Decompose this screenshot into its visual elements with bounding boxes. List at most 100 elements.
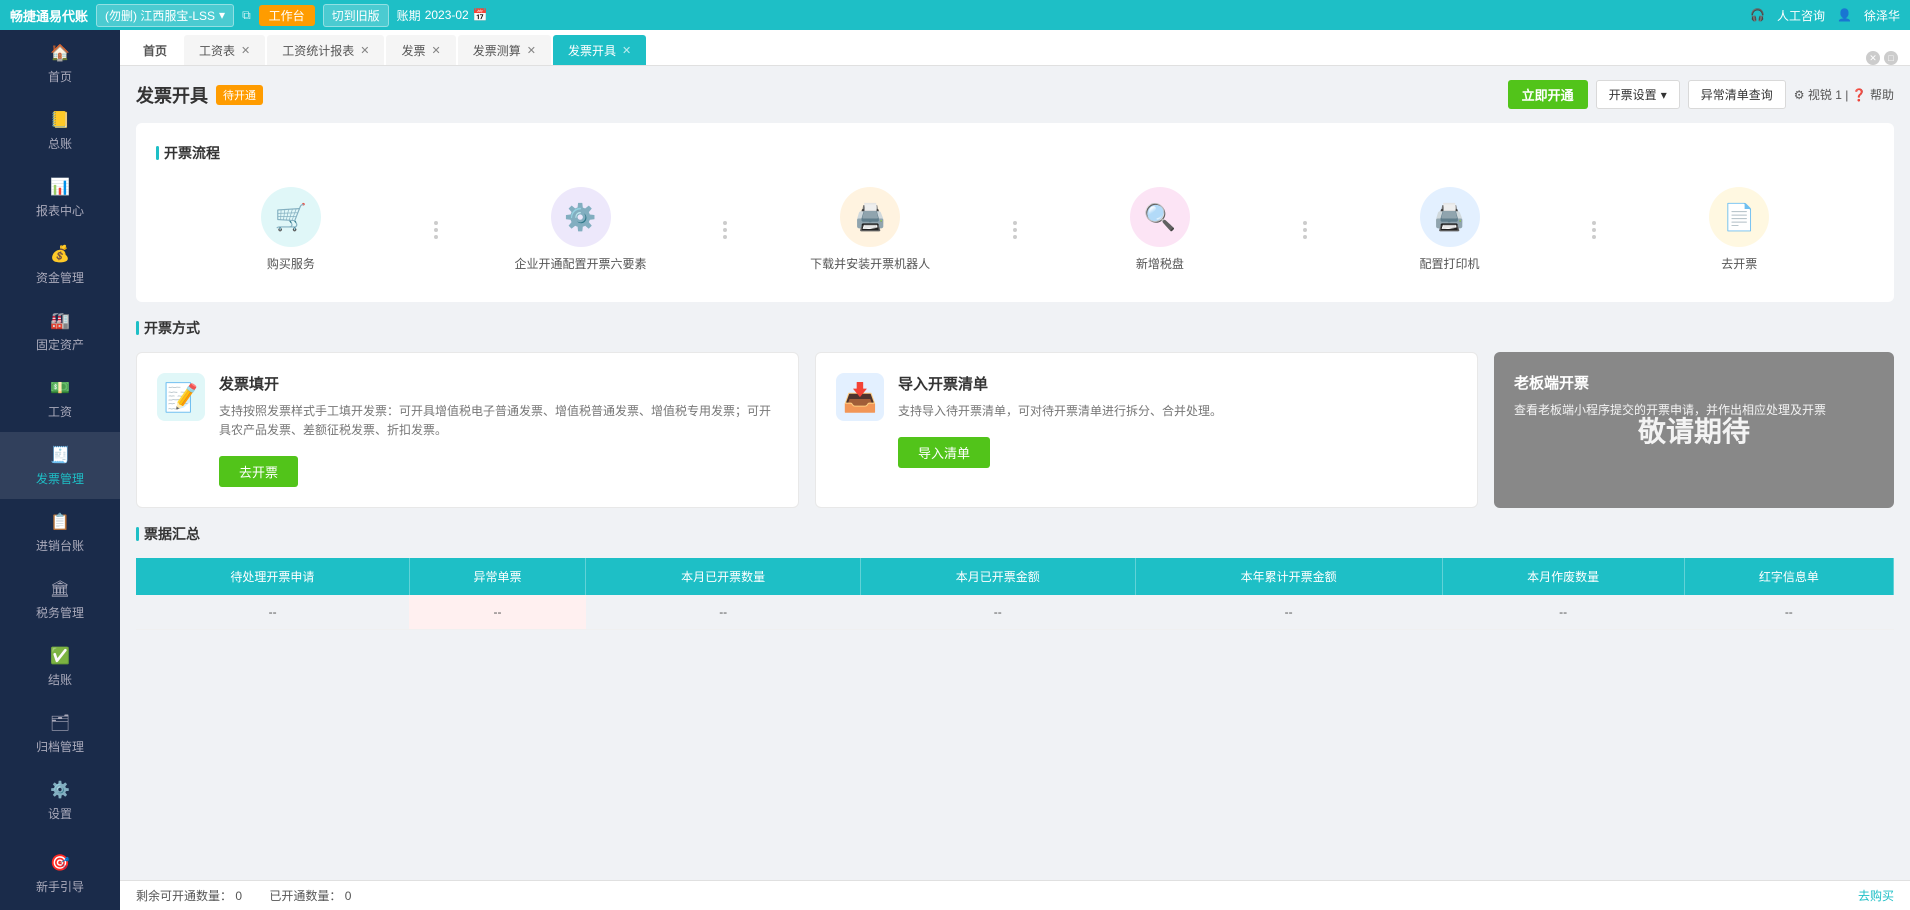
step-dots bbox=[1584, 221, 1604, 239]
tab-payroll-table[interactable]: 工资表 ✕ bbox=[184, 35, 265, 65]
period-value[interactable]: 2023-02 bbox=[425, 8, 469, 22]
tax-icon: 🏛 bbox=[49, 578, 71, 600]
main-layout: 🏠 首页 📒 总账 📊 报表中心 💰 资金管理 🏭 固定资产 💵 工资 🧾 发票… bbox=[0, 30, 1910, 910]
company-label: (勿删) 江西服宝-LSS bbox=[105, 7, 215, 24]
col-header-void-count: 本月作废数量 bbox=[1442, 558, 1684, 595]
method-btn-row: 导入清单 bbox=[898, 437, 1457, 468]
tab-label: 工资表 bbox=[199, 42, 235, 59]
sidebar-item-settings[interactable]: ⚙️ 设置 bbox=[0, 767, 120, 834]
buy-service-icon: 🛒 bbox=[261, 187, 321, 247]
sidebar-bottom: 🎯 新手引导 V 畅会员 📌 取消固定 bbox=[0, 834, 120, 910]
open-settings-button[interactable]: 开票设置 ▾ bbox=[1596, 80, 1680, 109]
tab-invoice-calc[interactable]: 发票测算 ✕ bbox=[458, 35, 551, 65]
cell-abnormal: -- bbox=[409, 595, 586, 630]
sidebar-item-label: 税务管理 bbox=[36, 604, 84, 621]
step-issue-invoice[interactable]: 📄 去开票 bbox=[1604, 187, 1874, 272]
service-icon: 🎧 bbox=[1750, 8, 1765, 22]
tab-close-icon[interactable]: ✕ bbox=[432, 44, 441, 57]
tab-close-icon[interactable]: ✕ bbox=[360, 44, 369, 57]
sidebar-item-label: 设置 bbox=[48, 805, 72, 822]
sidebar-item-tax[interactable]: 🏛 税务管理 bbox=[0, 566, 120, 633]
view-count: ⚙ 视锐 1 | ❓ 帮助 bbox=[1794, 86, 1894, 103]
go-issue-button[interactable]: 去开票 bbox=[219, 456, 298, 487]
method-btn-row: 去开票 bbox=[219, 456, 778, 487]
payroll-icon: 💵 bbox=[49, 377, 71, 399]
step-label: 去开票 bbox=[1721, 255, 1757, 272]
company-selector[interactable]: (勿删) 江西服宝-LSS ▾ bbox=[96, 4, 234, 27]
tab-bar: 首页 工资表 ✕ 工资统计报表 ✕ 发票 ✕ 发票测算 ✕ 发票开具 ✕ bbox=[120, 30, 1910, 66]
workbench-button[interactable]: 工作台 bbox=[259, 5, 315, 26]
goto-buy-button[interactable]: 去购买 bbox=[1858, 887, 1894, 904]
import-list-button[interactable]: 导入清单 bbox=[898, 437, 990, 468]
maximize-window-button[interactable]: □ bbox=[1884, 51, 1898, 65]
manual-fill-icon: 📝 bbox=[157, 373, 205, 421]
sidebar-item-settlement[interactable]: ✅ 结账 bbox=[0, 633, 120, 700]
process-section-title: 开票流程 bbox=[156, 143, 1874, 163]
cell-pending: -- bbox=[136, 595, 409, 630]
step-buy-service[interactable]: 🛒 购买服务 bbox=[156, 187, 426, 272]
coming-soon-text: 敬请期待 bbox=[1638, 410, 1750, 450]
sidebar-item-general-ledger[interactable]: 📒 总账 bbox=[0, 97, 120, 164]
method-card-inner: 📝 发票填开 支持按照发票样式手工填开发票：可开具增值税电子普通发票、增值税普通… bbox=[157, 373, 778, 487]
sidebar-item-assets[interactable]: 🏭 固定资产 bbox=[0, 298, 120, 365]
old-version-button[interactable]: 切到旧版 bbox=[323, 4, 389, 27]
tab-close-icon[interactable]: ✕ bbox=[622, 44, 631, 57]
sidebar-item-funds[interactable]: 💰 资金管理 bbox=[0, 231, 120, 298]
config-enterprise-icon: ⚙️ bbox=[551, 187, 611, 247]
help-label[interactable]: 帮助 bbox=[1870, 88, 1894, 102]
sidebar-item-payroll[interactable]: 💵 工资 bbox=[0, 365, 120, 432]
user-label[interactable]: 徐泽华 bbox=[1864, 7, 1900, 24]
bottom-bar-left: 剩余可开通数量： 0 已开通数量： 0 bbox=[136, 887, 351, 904]
tab-payroll-stats[interactable]: 工资统计报表 ✕ bbox=[267, 35, 384, 65]
sidebar-item-label: 首页 bbox=[48, 68, 72, 85]
period-label: 账期 bbox=[397, 7, 421, 24]
page-content: 发票开具 待开通 立即开通 开票设置 ▾ 异常清单查询 ⚙ 视锐 1 | bbox=[120, 66, 1910, 880]
tab-invoices[interactable]: 发票 ✕ bbox=[386, 35, 455, 65]
service-label[interactable]: 人工咨询 bbox=[1777, 7, 1825, 24]
sidebar-item-label: 结账 bbox=[48, 671, 72, 688]
step-add-taxbox[interactable]: 🔍 新增税盘 bbox=[1025, 187, 1295, 272]
sidebar-item-member[interactable]: V 畅会员 bbox=[0, 903, 120, 910]
step-download-robot[interactable]: 🖨️ 下载并安装开票机器人 bbox=[735, 187, 1005, 272]
sidebar-item-invoice[interactable]: 🧾 发票管理 bbox=[0, 432, 120, 499]
cell-year-amount: -- bbox=[1135, 595, 1442, 630]
step-label: 配置打印机 bbox=[1420, 255, 1480, 272]
summary-section: 票据汇总 待处理开票申请 异常单票 本月已开票数量 本月已开票金额 本年累计开票… bbox=[136, 524, 1894, 630]
step-config-enterprise[interactable]: ⚙️ 企业开通配置开票六要素 bbox=[446, 187, 716, 272]
tab-invoice-tool[interactable]: 发票开具 ✕ bbox=[553, 35, 646, 65]
sidebar-item-home[interactable]: 🏠 首页 bbox=[0, 30, 120, 97]
step-label: 企业开通配置开票六要素 bbox=[515, 255, 647, 272]
tab-label: 发票 bbox=[401, 42, 425, 59]
settings2-icon: ⚙ bbox=[1794, 88, 1805, 102]
abnormal-query-button[interactable]: 异常清单查询 bbox=[1688, 80, 1786, 109]
sidebar-item-purchase-sales[interactable]: 📋 进销台账 bbox=[0, 499, 120, 566]
method-card-manual: 📝 发票填开 支持按照发票样式手工填开发票：可开具增值税电子普通发票、增值税普通… bbox=[136, 352, 799, 508]
method-content: 发票填开 支持按照发票样式手工填开发票：可开具增值税电子普通发票、增值税普通发票… bbox=[219, 373, 778, 487]
sidebar: 🏠 首页 📒 总账 📊 报表中心 💰 资金管理 🏭 固定资产 💵 工资 🧾 发票… bbox=[0, 30, 120, 910]
sidebar-item-reports[interactable]: 📊 报表中心 bbox=[0, 164, 120, 231]
sidebar-item-archive[interactable]: 🗂 归档管理 bbox=[0, 700, 120, 767]
col-header-abnormal: 异常单票 bbox=[409, 558, 586, 595]
close-window-button[interactable]: ✕ bbox=[1866, 51, 1880, 65]
activate-button[interactable]: 立即开通 bbox=[1508, 80, 1588, 109]
tab-label: 工资统计报表 bbox=[282, 42, 354, 59]
top-bar: 畅捷通易代账 (勿删) 江西服宝-LSS ▾ ⧉ 工作台 切到旧版 账期 202… bbox=[0, 0, 1910, 30]
sidebar-item-new-guide[interactable]: 🎯 新手引导 bbox=[0, 844, 120, 903]
opened-label: 已开通数量： bbox=[269, 889, 341, 903]
help-icon[interactable]: ❓ bbox=[1852, 88, 1867, 102]
calendar-icon[interactable]: 📅 bbox=[473, 8, 488, 22]
reports-icon: 📊 bbox=[49, 176, 71, 198]
tab-label: 发票测算 bbox=[473, 42, 521, 59]
cell-void-count: -- bbox=[1442, 595, 1684, 630]
tab-home[interactable]: 首页 bbox=[128, 35, 182, 65]
purchase-sales-icon: 📋 bbox=[49, 511, 71, 533]
window-buttons: ✕ □ bbox=[1866, 51, 1902, 65]
sidebar-item-label: 总账 bbox=[48, 135, 72, 152]
copy-icon[interactable]: ⧉ bbox=[242, 8, 251, 23]
top-bar-left: 畅捷通易代账 (勿删) 江西服宝-LSS ▾ ⧉ 工作台 切到旧版 账期 202… bbox=[10, 4, 488, 27]
method-card-inner: 📥 导入开票清单 支持导入待开票清单，可对待开票清单进行拆分、合并处理。 导入清… bbox=[836, 373, 1457, 468]
step-config-printer[interactable]: 🖨️ 配置打印机 bbox=[1315, 187, 1585, 272]
tab-close-icon[interactable]: ✕ bbox=[241, 44, 250, 57]
issue-invoice-icon: 📄 bbox=[1709, 187, 1769, 247]
tab-close-icon[interactable]: ✕ bbox=[527, 44, 536, 57]
